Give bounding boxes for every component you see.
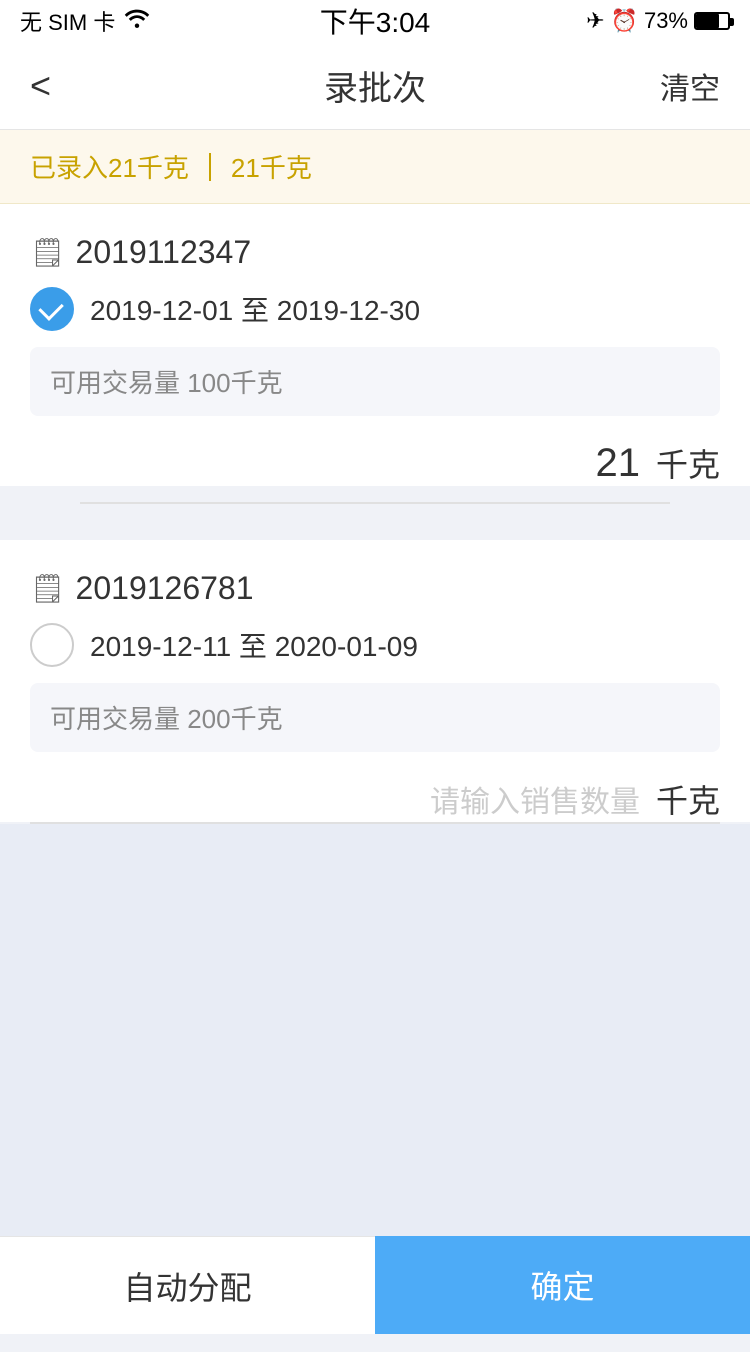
recorded-amount: 21千克 (231, 148, 312, 185)
carrier-text: 无 SIM 卡 (20, 5, 115, 37)
card2-date-row[interactable]: 2019-12-11 至 2020-01-09 (30, 623, 720, 667)
card1-quantity-value: 21 (595, 441, 640, 486)
page-title: 录批次 (324, 61, 426, 110)
location-icon: ✈ (586, 8, 604, 34)
card2-input-row[interactable]: 请输入销售数量 千克 (0, 752, 750, 822)
card1-id: 2019112347 (76, 234, 252, 271)
card1-date: 2019-12-01 至 2019-12-30 (90, 289, 420, 329)
nav-bar: < 录批次 清空 (0, 42, 750, 130)
recorded-label: 已录入21千克 (30, 148, 189, 185)
info-banner: 已录入21千克 21千克 (0, 130, 750, 204)
batch-card-2: 🗒 2019126781 2019-12-11 至 2020-01-09 可用交… (0, 540, 750, 752)
card1-separator (80, 502, 670, 504)
card1-icon: 🗒 (30, 236, 66, 269)
status-right: ✈ ⏰ 73% (586, 8, 730, 34)
card2-date: 2019-12-11 至 2020-01-09 (90, 625, 418, 665)
bottom-bar: 自动分配 确定 (0, 1236, 750, 1334)
card2-input-placeholder: 请输入销售数量 (430, 777, 640, 821)
card1-date-row[interactable]: 2019-12-01 至 2019-12-30 (30, 287, 720, 331)
card1-available: 可用交易量 100千克 (30, 347, 720, 416)
auto-distribute-button[interactable]: 自动分配 (0, 1236, 375, 1334)
status-bar: 无 SIM 卡 下午3:04 ✈ ⏰ 73% (0, 0, 750, 42)
confirm-button[interactable]: 确定 (375, 1236, 750, 1334)
back-button[interactable]: < (30, 65, 90, 107)
wifi-icon (123, 8, 151, 34)
banner-divider (209, 153, 211, 181)
clear-button[interactable]: 清空 (660, 64, 720, 108)
alarm-icon: ⏰ (611, 8, 638, 34)
battery-percent: 73% (644, 8, 688, 34)
card1-radio[interactable] (30, 287, 74, 331)
card1-quantity-row: 21 千克 (0, 416, 750, 486)
card1-quantity-unit: 千克 (656, 440, 720, 486)
battery-icon (694, 12, 730, 30)
status-left: 无 SIM 卡 (20, 5, 151, 37)
card2-available: 可用交易量 200千克 (30, 683, 720, 752)
card2-id: 2019126781 (76, 570, 254, 607)
status-time: 下午3:04 (320, 1, 431, 41)
card1-header: 🗒 2019112347 (30, 234, 720, 271)
card2-radio[interactable] (30, 623, 74, 667)
card2-input-unit: 千克 (656, 776, 720, 822)
card2-header: 🗒 2019126781 (30, 570, 720, 607)
card2-icon: 🗒 (30, 572, 66, 605)
empty-area (0, 824, 750, 1254)
batch-card-1: 🗒 2019112347 2019-12-01 至 2019-12-30 可用交… (0, 204, 750, 416)
